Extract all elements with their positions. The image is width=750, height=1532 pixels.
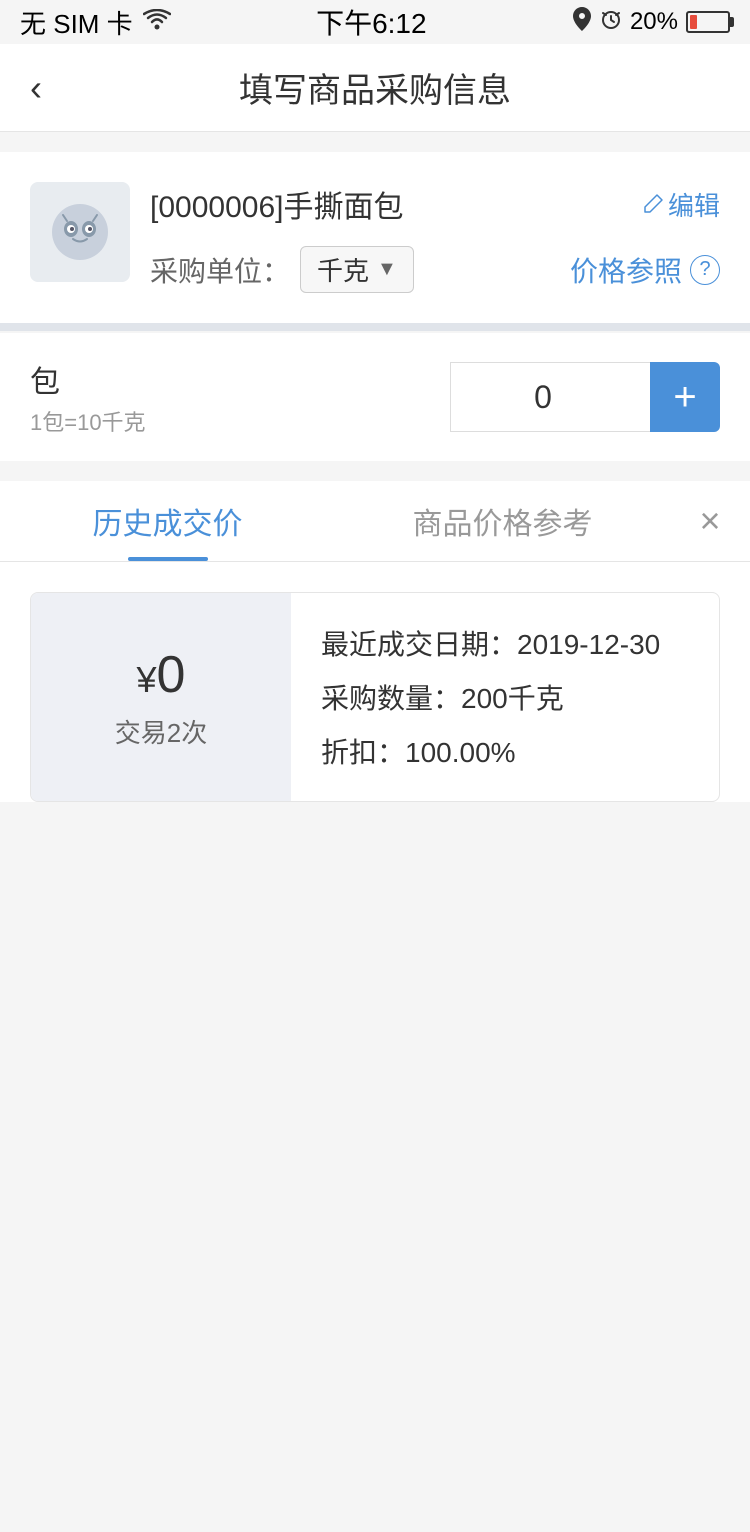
status-left: 无 SIM 卡 <box>20 4 171 41</box>
unit-select[interactable]: 千克 ▼ <box>300 246 414 293</box>
tab-bar: 历史成交价 商品价格参考 × <box>0 481 750 562</box>
product-thumbnail <box>30 182 130 282</box>
purchase-quantity-row: 采购数量：200千克 <box>321 677 689 717</box>
alarm-icon <box>600 8 622 37</box>
status-time: 下午6:12 <box>316 2 427 42</box>
product-logo-icon <box>45 197 115 267</box>
price-reference-button[interactable]: 价格参照 ? <box>570 250 720 290</box>
transaction-count: 交易2次 <box>115 713 207 750</box>
price-card: ¥0 交易2次 最近成交日期：2019-12-30 采购数量：200千克 折扣：… <box>30 592 720 802</box>
page-title: 填写商品采购信息 <box>239 63 511 112</box>
tab-product-price-reference[interactable]: 商品价格参考 <box>335 481 670 561</box>
product-title-row: [0000006]手撕面包 编辑 <box>150 182 720 226</box>
quantity-input-group: + <box>450 362 720 432</box>
main-content-area <box>0 832 750 1532</box>
battery-percentage: 20% <box>630 8 678 36</box>
status-right: 20% <box>572 7 730 38</box>
quantity-plus-button[interactable]: + <box>650 362 720 432</box>
quantity-section: 包 1包=10千克 + <box>0 333 750 461</box>
edit-icon <box>642 193 664 215</box>
edit-button[interactable]: 编辑 <box>642 186 720 223</box>
recent-date-row: 最近成交日期：2019-12-30 <box>321 623 689 663</box>
price-amount: ¥0 <box>137 645 186 705</box>
close-panel-button[interactable]: × <box>670 481 750 561</box>
discount-row: 折扣：100.00% <box>321 731 689 771</box>
info-icon: ? <box>690 255 720 285</box>
section-divider <box>0 323 750 331</box>
product-info: [0000006]手撕面包 编辑 采购单位： 千克 ▼ 价格参照 ? <box>150 182 720 293</box>
dropdown-arrow-icon: ▼ <box>377 258 397 281</box>
currency-symbol: ¥ <box>137 659 157 700</box>
unit-label: 采购单位： <box>150 250 290 290</box>
product-card: [0000006]手撕面包 编辑 采购单位： 千克 ▼ 价格参照 ? <box>0 152 750 323</box>
location-icon <box>572 7 592 38</box>
quantity-input[interactable] <box>450 362 650 432</box>
quantity-conversion: 1包=10千克 <box>30 405 146 437</box>
product-name: [0000006]手撕面包 <box>150 182 403 226</box>
quantity-unit-label: 包 <box>30 357 146 401</box>
tab-history-price[interactable]: 历史成交价 <box>0 481 335 561</box>
wifi-icon <box>143 7 171 38</box>
product-unit-row: 采购单位： 千克 ▼ 价格参照 ? <box>150 246 720 293</box>
price-details: 最近成交日期：2019-12-30 采购数量：200千克 折扣：100.00% <box>291 593 719 801</box>
carrier-text: 无 SIM 卡 <box>20 4 133 41</box>
status-bar: 无 SIM 卡 下午6:12 20% <box>0 0 750 44</box>
battery-icon <box>686 11 730 33</box>
product-header: [0000006]手撕面包 编辑 采购单位： 千克 ▼ 价格参照 ? <box>30 182 720 293</box>
quantity-label: 包 1包=10千克 <box>30 357 146 437</box>
price-summary: ¥0 交易2次 <box>31 593 291 801</box>
back-button[interactable]: ‹ <box>30 67 42 109</box>
price-reference-panel: 历史成交价 商品价格参考 × ¥0 交易2次 最近成交日期：2019-12-30… <box>0 481 750 802</box>
nav-bar: ‹ 填写商品采购信息 <box>0 44 750 132</box>
